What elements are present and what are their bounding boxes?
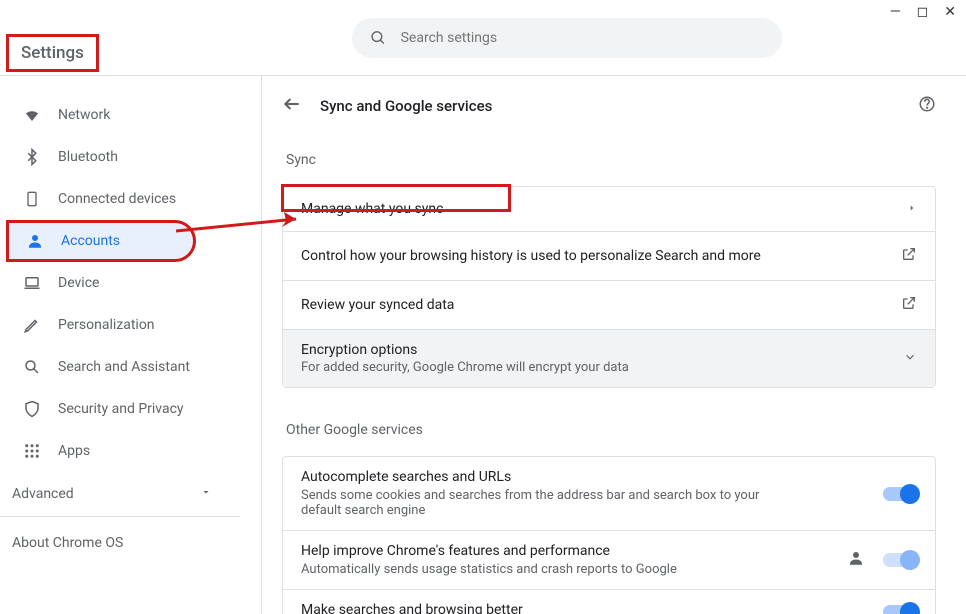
sidebar-label: Personalization [58, 317, 155, 333]
sidebar-item-device[interactable]: Device [0, 262, 261, 304]
shield-icon [20, 400, 44, 418]
sidebar-item-connected-devices[interactable]: Connected devices [0, 178, 261, 220]
sidebar-item-personalization[interactable]: Personalization [0, 304, 261, 346]
sidebar-label: Accounts [61, 233, 120, 249]
service-sub: Automatically sends usage statistics and… [301, 562, 677, 577]
content: Sync and Google services Sync Manage wha… [262, 76, 966, 614]
sync-section-label: Sync [286, 152, 936, 168]
improve-chrome-row: Help improve Chrome's features and perfo… [283, 531, 935, 590]
search-icon [370, 29, 387, 47]
advanced-toggle[interactable]: Advanced [0, 472, 240, 517]
about-label: About Chrome OS [12, 535, 123, 551]
control-history-row[interactable]: Control how your browsing history is use… [283, 232, 935, 281]
apps-icon [20, 442, 44, 460]
manage-sync-row[interactable]: Manage what you sync [283, 187, 935, 232]
about-chrome-os[interactable]: About Chrome OS [0, 517, 261, 569]
service-sub: Sends some cookies and searches from the… [301, 488, 761, 518]
review-data-row[interactable]: Review your synced data [283, 281, 935, 330]
sidebar-item-bluetooth[interactable]: Bluetooth [0, 136, 261, 178]
laptop-icon [20, 274, 44, 292]
annotation-box-settings: Settings [6, 34, 99, 72]
chevron-down-icon [200, 486, 212, 502]
service-title: Autocomplete searches and URLs [301, 469, 761, 485]
sidebar-item-accounts[interactable]: Accounts [6, 220, 196, 262]
bluetooth-icon [20, 148, 44, 166]
search-assistant-icon [20, 358, 44, 376]
sidebar-label: Search and Assistant [58, 359, 190, 375]
settings-title: Settings [21, 43, 84, 63]
improve-toggle [883, 553, 917, 567]
sidebar-label: Connected devices [58, 191, 176, 207]
services-card: Autocomplete searches and URLs Sends som… [282, 456, 936, 614]
person-icon [23, 232, 47, 250]
autocomplete-row: Autocomplete searches and URLs Sends som… [283, 457, 935, 531]
back-button[interactable] [282, 94, 302, 118]
sidebar-item-network[interactable]: Network [0, 94, 261, 136]
searches-toggle[interactable] [883, 605, 917, 614]
search-input[interactable] [401, 30, 764, 46]
service-title: Help improve Chrome's features and perfo… [301, 543, 677, 559]
sidebar-label: Device [58, 275, 99, 291]
chevron-down-icon [903, 349, 917, 368]
control-history-label: Control how your browsing history is use… [301, 248, 761, 264]
service-title: Make searches and browsing better [301, 602, 523, 614]
sidebar-item-security[interactable]: Security and Privacy [0, 388, 261, 430]
sidebar-label: Network [58, 107, 110, 123]
sidebar-label: Apps [58, 443, 90, 459]
advanced-label: Advanced [12, 486, 74, 502]
encryption-options-row[interactable]: Encryption options For added security, G… [283, 330, 935, 387]
sidebar-item-apps[interactable]: Apps [0, 430, 261, 472]
encryption-sub: For added security, Google Chrome will e… [301, 360, 629, 375]
header: Settings [0, 0, 966, 76]
search-box[interactable] [352, 18, 782, 58]
other-services-label: Other Google services [286, 422, 936, 438]
autocomplete-toggle[interactable] [883, 487, 917, 501]
page-title: Sync and Google services [320, 97, 492, 115]
pencil-icon [20, 316, 44, 334]
manage-sync-label: Manage what you sync [301, 201, 443, 217]
help-icon[interactable] [918, 95, 936, 117]
review-data-label: Review your synced data [301, 297, 454, 313]
sidebar: Network Bluetooth Connected devices Acco… [0, 76, 262, 614]
sync-card: Manage what you sync Control how your br… [282, 186, 936, 388]
phone-icon [20, 190, 44, 208]
make-searches-row: Make searches and browsing better [283, 590, 935, 614]
chevron-right-icon [907, 201, 917, 217]
encryption-title: Encryption options [301, 342, 629, 358]
managed-by-admin-icon [847, 549, 865, 571]
external-link-icon [901, 295, 917, 315]
sidebar-item-search-assistant[interactable]: Search and Assistant [0, 346, 261, 388]
sidebar-label: Bluetooth [58, 149, 118, 165]
sidebar-label: Security and Privacy [58, 401, 184, 417]
external-link-icon [901, 246, 917, 266]
wifi-icon [20, 106, 44, 124]
